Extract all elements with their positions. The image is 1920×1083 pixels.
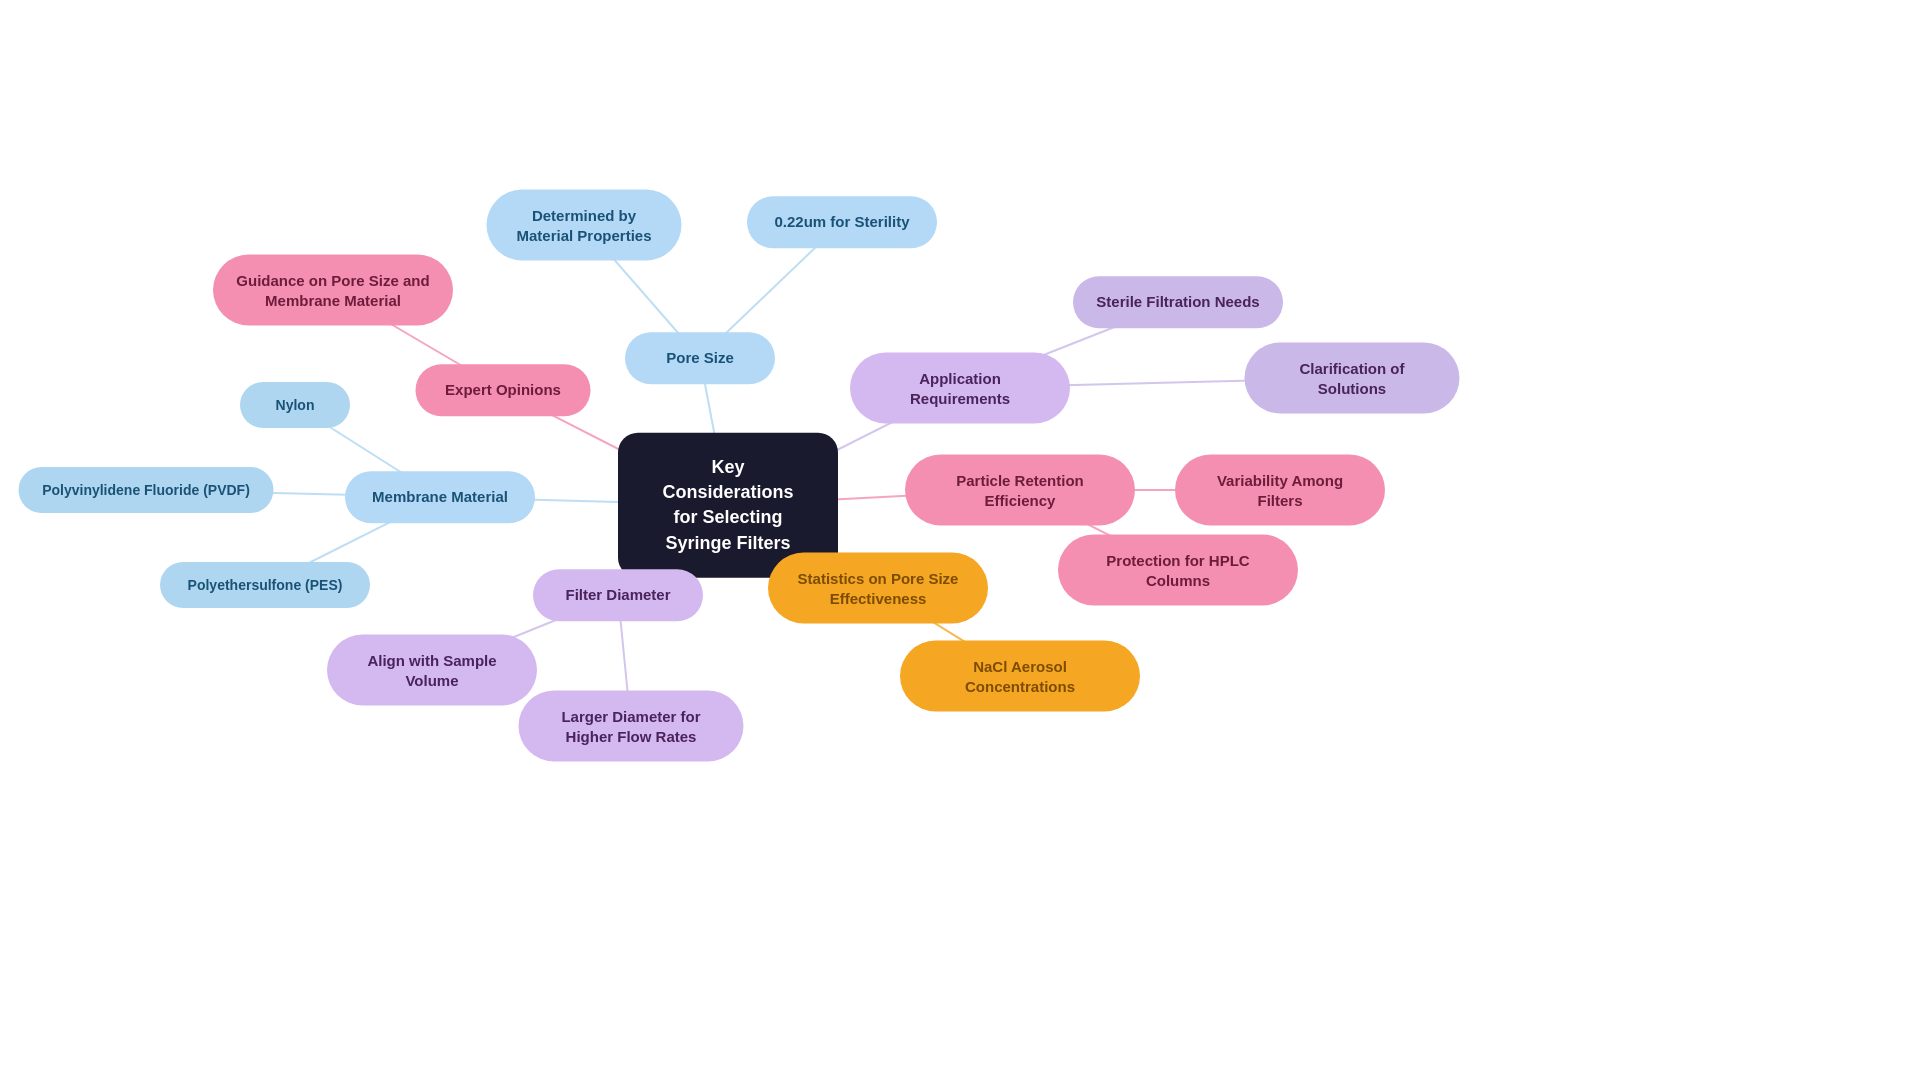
node-expert-opinions[interactable]: Expert Opinions <box>416 364 591 416</box>
node-statistics-pore-size[interactable]: Statistics on Pore Size Effectiveness <box>768 553 988 624</box>
node-nylon[interactable]: Nylon <box>240 382 350 428</box>
node-application-requirements[interactable]: Application Requirements <box>850 353 1070 424</box>
node-pvdf[interactable]: Polyvinylidene Fluoride (PVDF) <box>19 467 274 513</box>
node-sterility-022[interactable]: 0.22um for Sterility <box>747 196 937 248</box>
node-larger-diameter[interactable]: Larger Diameter for Higher Flow Rates <box>519 691 744 762</box>
node-pore-size[interactable]: Pore Size <box>625 332 775 384</box>
node-filter-diameter[interactable]: Filter Diameter <box>533 569 703 621</box>
node-pes[interactable]: Polyethersulfone (PES) <box>160 562 370 608</box>
node-sterile-filtration[interactable]: Sterile Filtration Needs <box>1073 276 1283 328</box>
node-guidance-pore-size[interactable]: Guidance on Pore Size and Membrane Mater… <box>213 255 453 326</box>
node-clarification-solutions[interactable]: Clarification of Solutions <box>1245 343 1460 414</box>
node-variability-filters[interactable]: Variability Among Filters <box>1175 455 1385 526</box>
node-particle-retention[interactable]: Particle Retention Efficiency <box>905 455 1135 526</box>
node-nacl-aerosol[interactable]: NaCl Aerosol Concentrations <box>900 641 1140 712</box>
node-protection-hplc[interactable]: Protection for HPLC Columns <box>1058 535 1298 606</box>
mindmap-container: Key Considerations for Selecting Syringe… <box>0 0 1920 1083</box>
node-align-sample[interactable]: Align with Sample Volume <box>327 635 537 706</box>
node-determined-material[interactable]: Determined by Material Properties <box>487 190 682 261</box>
node-membrane-material[interactable]: Membrane Material <box>345 471 535 523</box>
connections-svg <box>0 0 1920 1083</box>
